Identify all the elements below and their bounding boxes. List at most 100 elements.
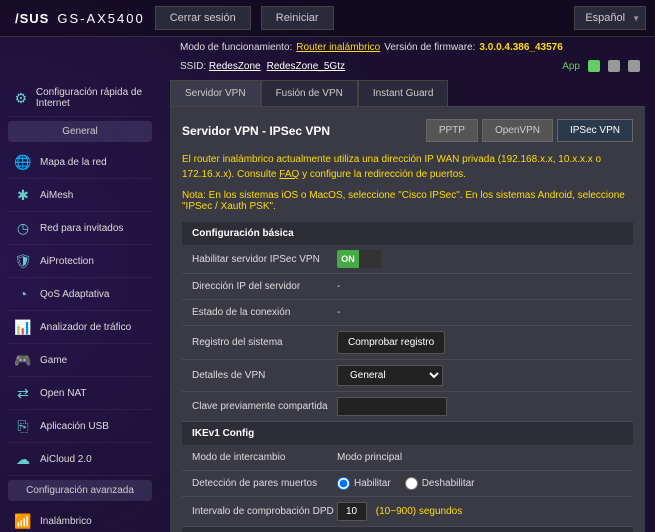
psk-input[interactable] [337, 397, 447, 416]
status-icon-2 [608, 60, 620, 72]
ssid-label: SSID: [180, 61, 206, 72]
enable-label: Habilitar servidor IPSec VPN [192, 254, 337, 265]
sidebar-qos[interactable]: ◔ QoS Adaptativa [8, 278, 152, 311]
sidebar-opennat[interactable]: ⇄ Open NAT [8, 377, 152, 410]
tabs: Servidor VPN Fusión de VPN Instant Guard [170, 80, 645, 107]
sidebar-traffic[interactable]: 📊 Analizador de tráfico [8, 311, 152, 344]
dpd-enable-label: Habilitar [354, 478, 391, 489]
toggle-on-label: ON [337, 250, 359, 268]
header: /SUS GS-AX5400 Cerrar sesión Reiniciar E… [0, 0, 655, 37]
enable-toggle[interactable]: ON [337, 250, 381, 268]
sidebar-item-label: QoS Adaptativa [40, 289, 110, 300]
vpn-type-openvpn[interactable]: OpenVPN [482, 119, 553, 142]
gauge-icon: ◔ [14, 285, 32, 303]
server-ip-value: - [337, 281, 623, 292]
sidebar: ⚙ Configuración rápida de Internet Gener… [0, 80, 160, 532]
conn-state-value: - [337, 307, 623, 318]
reboot-button[interactable]: Reiniciar [261, 6, 334, 30]
mesh-icon: ✱ [14, 186, 32, 204]
interval-input[interactable] [337, 502, 367, 521]
chevron-down-icon: ▼ [632, 14, 640, 23]
globe-icon: 🌐 [14, 153, 32, 171]
sidebar-section-advanced: Configuración avanzada [8, 480, 152, 501]
dpd-label: Detección de pares muertos [192, 478, 337, 489]
sidebar-item-label: Aplicación USB [40, 421, 109, 432]
content: Servidor VPN Fusión de VPN Instant Guard… [160, 80, 655, 532]
sidebar-aicloud[interactable]: ☁AiCloud 2.0 [8, 443, 152, 476]
row-server-ip: Dirección IP del servidor - [182, 274, 633, 300]
dpd-disable-radio[interactable] [405, 477, 418, 490]
sidebar-aimesh[interactable]: ✱ AiMesh [8, 179, 152, 212]
tab-vpn-server[interactable]: Servidor VPN [170, 80, 261, 106]
sidebar-section-general: General [8, 121, 152, 142]
mode-label: Modo de funcionamiento: [180, 42, 292, 53]
sidebar-item-label: Open NAT [40, 388, 87, 399]
exchange-label: Modo de intercambio [192, 452, 337, 463]
ssid-1[interactable]: RedesZone [209, 61, 261, 72]
brand-logo: /SUS [15, 11, 49, 26]
section-ikev1: IKEv1 Config [182, 422, 633, 445]
logout-button[interactable]: Cerrar sesión [155, 6, 251, 30]
toggle-off [359, 250, 381, 268]
row-exchange: Modo de intercambio Modo principal [182, 445, 633, 471]
tab-instant-guard[interactable]: Instant Guard [358, 80, 449, 106]
dpd-enable-radio[interactable] [337, 477, 350, 490]
interval-label: Intervalo de comprobación DPD [192, 506, 337, 517]
note-text: Nota: En los sistemas iOS o MacOS, selec… [182, 190, 633, 212]
tab-vpn-fusion[interactable]: Fusión de VPN [261, 80, 358, 106]
sidebar-item-label: AiProtection [40, 256, 94, 267]
fw-label: Versión de firmware: [384, 42, 475, 53]
shield-icon: 🛡 [14, 252, 32, 270]
details-select[interactable]: General [337, 365, 443, 386]
dpd-enable-option[interactable]: Habilitar [337, 477, 391, 490]
sidebar-item-label: Configuración rápida de Internet [36, 87, 146, 109]
interval-hint: (10~900) segundos [376, 506, 462, 517]
ssid-2[interactable]: RedesZone_5Gtz [267, 61, 345, 72]
sidebar-item-label: AiCloud 2.0 [40, 454, 92, 465]
info-text-2: y configure la redirección de puertos. [299, 169, 466, 180]
dpd-disable-label: Deshabilitar [422, 478, 475, 489]
app-link[interactable]: App [562, 61, 580, 72]
vpn-type-pptp[interactable]: PPTP [426, 119, 478, 142]
chart-icon: 📊 [14, 318, 32, 336]
sidebar-quick-setup[interactable]: ⚙ Configuración rápida de Internet [8, 80, 152, 117]
info-text: El router inalámbrico actualmente utiliz… [182, 152, 633, 182]
guest-icon: ◷ [14, 219, 32, 237]
row-syslog: Registro del sistema Comprobar registro [182, 326, 633, 360]
nat-icon: ⇄ [14, 384, 32, 402]
sidebar-item-label: Game [40, 355, 67, 366]
subheader: Modo de funcionamiento: Router inalámbri… [0, 37, 655, 58]
sidebar-item-label: Mapa de la red [40, 157, 107, 168]
sidebar-guest[interactable]: ◷Red para invitados [8, 212, 152, 245]
sidebar-wireless[interactable]: 📶 Inalámbrico [8, 505, 152, 532]
exchange-value: Modo principal [337, 452, 623, 463]
row-dpd-interval: Intervalo de comprobación DPD (10~900) s… [182, 497, 633, 527]
fw-link[interactable]: 3.0.0.4.386_43576 [479, 42, 562, 53]
row-dpd: Detección de pares muertos Habilitar Des… [182, 471, 633, 497]
section-basic: Configuración básica [182, 222, 633, 245]
sidebar-item-label: Analizador de tráfico [40, 322, 131, 333]
sidebar-aiprotection[interactable]: 🛡 AiProtection [8, 245, 152, 278]
vpn-type-ipsec[interactable]: IPSec VPN [557, 119, 633, 142]
wifi-icon: 📶 [14, 512, 32, 530]
row-psk: Clave previamente compartida [182, 392, 633, 422]
mode-link[interactable]: Router inalámbrico [296, 42, 380, 53]
sidebar-game[interactable]: 🎮Game [8, 344, 152, 377]
check-log-button[interactable]: Comprobar registro [337, 331, 445, 354]
section-ikev2: IKEv2 Config [182, 527, 633, 532]
dpd-disable-option[interactable]: Deshabilitar [405, 477, 475, 490]
model-name: GS-AX5400 [57, 11, 144, 26]
faq-link[interactable]: FAQ [279, 169, 299, 180]
sidebar-network-map[interactable]: 🌐 Mapa de la red [8, 146, 152, 179]
sidebar-item-label: Inalámbrico [40, 516, 92, 527]
row-enable: Habilitar servidor IPSec VPN ON [182, 245, 633, 274]
usb-icon: ⎘ [14, 417, 32, 435]
sidebar-item-label: AiMesh [40, 190, 73, 201]
details-label: Detalles de VPN [192, 370, 337, 381]
status-icon-3 [628, 60, 640, 72]
vpn-panel: Servidor VPN - IPSec VPN PPTP OpenVPN IP… [170, 107, 645, 532]
sidebar-usb[interactable]: ⎘ Aplicación USB [8, 410, 152, 443]
row-conn-state: Estado de la conexión - [182, 300, 633, 326]
conn-state-label: Estado de la conexión [192, 307, 337, 318]
syslog-label: Registro del sistema [192, 337, 337, 348]
